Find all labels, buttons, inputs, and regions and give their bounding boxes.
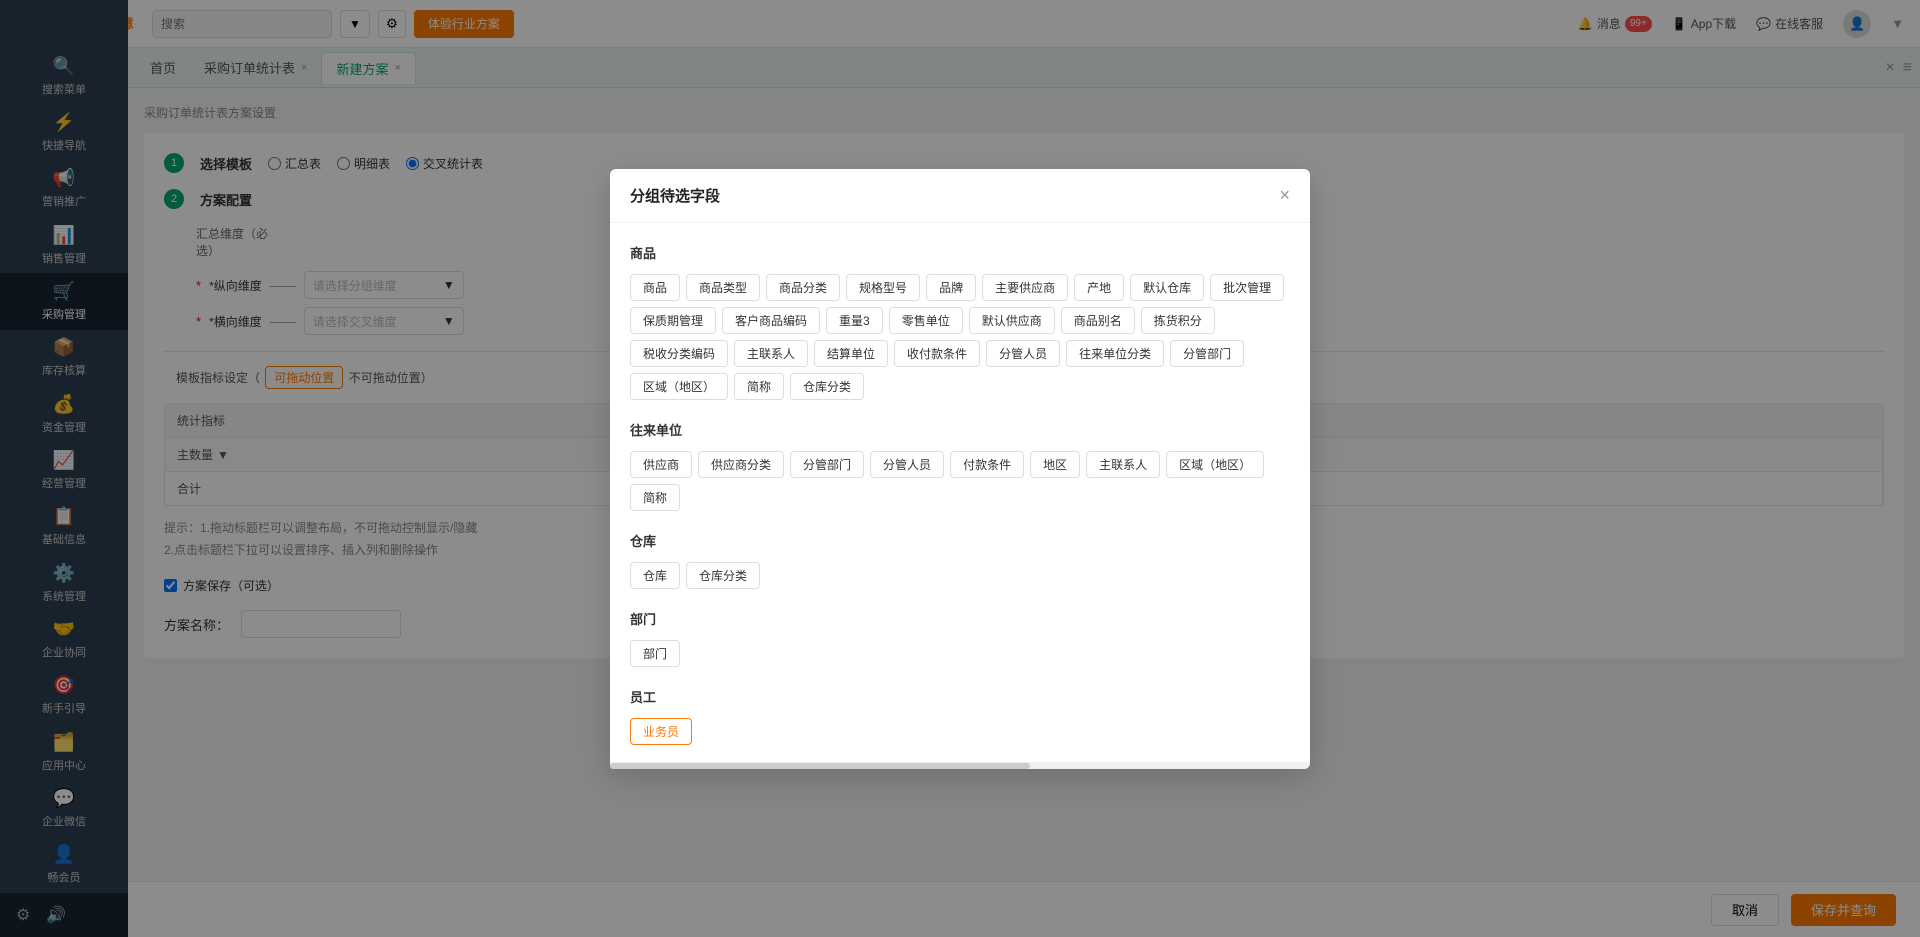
- modal-section-product-title: 商品: [630, 243, 1290, 262]
- modal-tag[interactable]: 仓库: [630, 562, 680, 589]
- modal-tag[interactable]: 地区: [1030, 451, 1080, 478]
- modal-overlay[interactable]: 分组待选字段 × 商品 商品 商品类型 商品分类 规格型号 品牌 主要供应商 产…: [0, 0, 1920, 937]
- modal-tags-warehouse: 仓库 仓库分类: [630, 562, 1290, 589]
- modal-tag[interactable]: 商品: [630, 274, 680, 301]
- modal-tag[interactable]: 简称: [630, 484, 680, 511]
- modal-tag[interactable]: 零售单位: [889, 307, 963, 334]
- modal-tag[interactable]: 分管部门: [1170, 340, 1244, 367]
- modal-section-partner: 往来单位 供应商 供应商分类 分管部门 分管人员 付款条件 地区 主联系人 区域…: [630, 420, 1290, 511]
- modal-section-warehouse: 仓库 仓库 仓库分类: [630, 531, 1290, 589]
- modal-tag[interactable]: 拣货积分: [1141, 307, 1215, 334]
- modal-tag[interactable]: 商品别名: [1061, 307, 1135, 334]
- modal-tags-dept: 部门: [630, 640, 1290, 667]
- modal-tags-employee: 业务员: [630, 718, 1290, 745]
- modal-bottom-scrollbar-thumb: [610, 763, 1030, 769]
- modal-section-partner-title: 往来单位: [630, 420, 1290, 439]
- modal-tags-partner: 供应商 供应商分类 分管部门 分管人员 付款条件 地区 主联系人 区域（地区） …: [630, 451, 1290, 511]
- modal-tag[interactable]: 供应商分类: [698, 451, 784, 478]
- modal-tag[interactable]: 主联系人: [734, 340, 808, 367]
- modal-tag[interactable]: 区域（地区）: [1166, 451, 1264, 478]
- modal-tag[interactable]: 商品分类: [766, 274, 840, 301]
- modal-tag[interactable]: 简称: [734, 373, 784, 400]
- modal: 分组待选字段 × 商品 商品 商品类型 商品分类 规格型号 品牌 主要供应商 产…: [610, 169, 1310, 769]
- modal-tag[interactable]: 结算单位: [814, 340, 888, 367]
- modal-title: 分组待选字段: [630, 185, 720, 206]
- modal-tag[interactable]: 区域（地区）: [630, 373, 728, 400]
- modal-section-product: 商品 商品 商品类型 商品分类 规格型号 品牌 主要供应商 产地 默认仓库 批次…: [630, 243, 1290, 400]
- modal-tag[interactable]: 客户商品编码: [722, 307, 820, 334]
- modal-tags-product: 商品 商品类型 商品分类 规格型号 品牌 主要供应商 产地 默认仓库 批次管理 …: [630, 274, 1290, 400]
- modal-section-dept-title: 部门: [630, 609, 1290, 628]
- modal-tag[interactable]: 主联系人: [1086, 451, 1160, 478]
- modal-tag[interactable]: 默认供应商: [969, 307, 1055, 334]
- modal-section-employee-title: 员工: [630, 687, 1290, 706]
- modal-tag[interactable]: 分管人员: [986, 340, 1060, 367]
- modal-bottom-scrollbar[interactable]: [610, 762, 1310, 768]
- modal-tag[interactable]: 批次管理: [1210, 274, 1284, 301]
- modal-tag[interactable]: 分管人员: [870, 451, 944, 478]
- modal-tag[interactable]: 仓库分类: [686, 562, 760, 589]
- modal-section-employee: 员工 业务员: [630, 687, 1290, 745]
- modal-header: 分组待选字段 ×: [610, 169, 1310, 223]
- modal-close-button[interactable]: ×: [1279, 185, 1290, 206]
- modal-tag[interactable]: 部门: [630, 640, 680, 667]
- modal-tag[interactable]: 税收分类编码: [630, 340, 728, 367]
- modal-tag[interactable]: 默认仓库: [1130, 274, 1204, 301]
- modal-tag[interactable]: 供应商: [630, 451, 692, 478]
- modal-tag[interactable]: 付款条件: [950, 451, 1024, 478]
- modal-tag[interactable]: 往来单位分类: [1066, 340, 1164, 367]
- modal-tag[interactable]: 商品类型: [686, 274, 760, 301]
- modal-tag[interactable]: 重量3: [826, 307, 883, 334]
- modal-tag[interactable]: 产地: [1074, 274, 1124, 301]
- modal-section-dept: 部门 部门: [630, 609, 1290, 667]
- modal-tag[interactable]: 收付款条件: [894, 340, 980, 367]
- modal-tag[interactable]: 主要供应商: [982, 274, 1068, 301]
- modal-tag[interactable]: 仓库分类: [790, 373, 864, 400]
- modal-section-warehouse-title: 仓库: [630, 531, 1290, 550]
- modal-tag[interactable]: 保质期管理: [630, 307, 716, 334]
- modal-tag[interactable]: 分管部门: [790, 451, 864, 478]
- modal-tag-salesperson[interactable]: 业务员: [630, 718, 692, 745]
- modal-body: 商品 商品 商品类型 商品分类 规格型号 品牌 主要供应商 产地 默认仓库 批次…: [610, 223, 1310, 763]
- modal-tag[interactable]: 品牌: [926, 274, 976, 301]
- modal-tag[interactable]: 规格型号: [846, 274, 920, 301]
